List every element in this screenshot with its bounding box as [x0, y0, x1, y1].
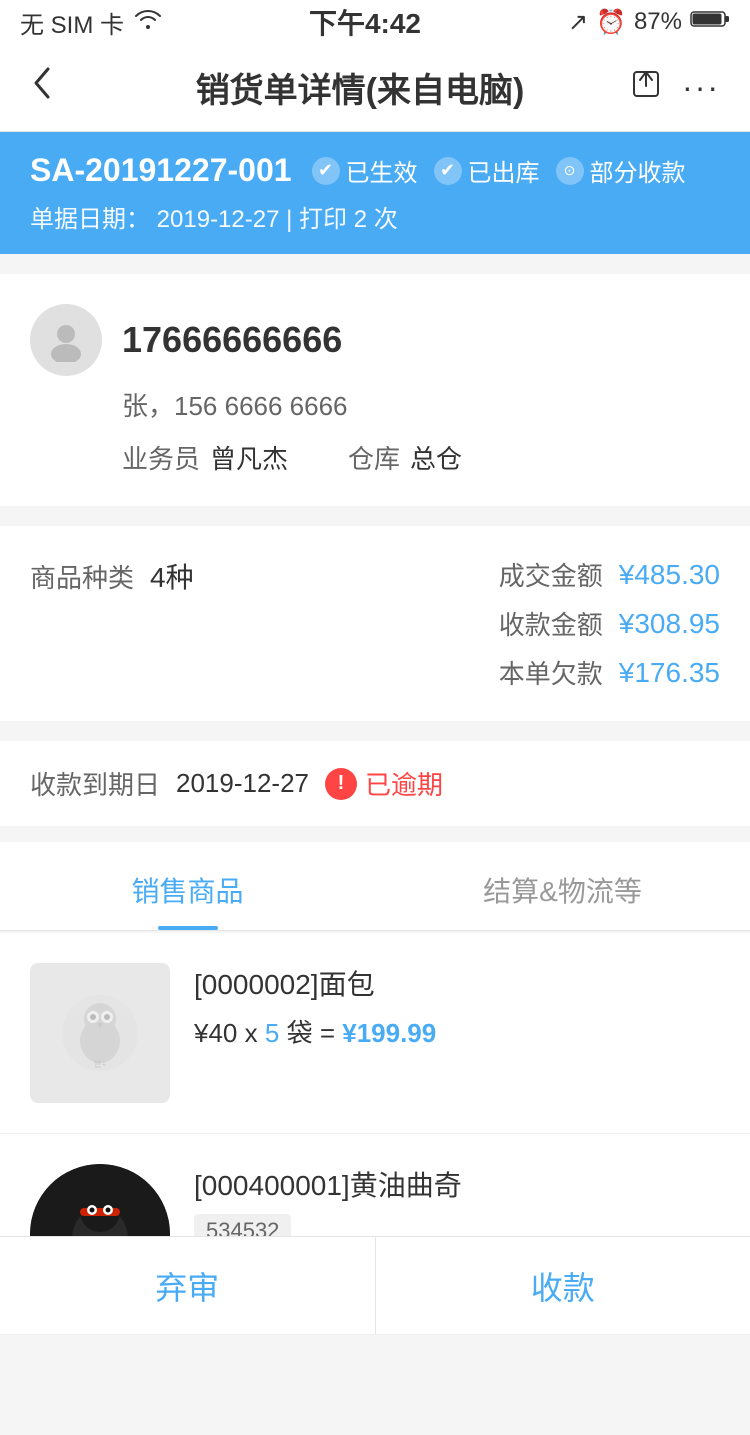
product-total-1: ¥199.99	[342, 1018, 436, 1048]
sales-person: 业务员 曾凡杰	[122, 439, 288, 476]
warehouse-label: 仓库	[348, 439, 400, 476]
back-button[interactable]	[30, 63, 90, 112]
product-multiply-1: x	[245, 1018, 265, 1048]
location-icon: ↗	[568, 8, 588, 37]
alarm-icon: ⏰	[596, 8, 626, 37]
print-suffix: 次	[374, 206, 398, 233]
stats-section: 商品种类 4种 成交金额 ¥485.30 收款金额 ¥308.95 本单欠款 ¥…	[0, 526, 750, 721]
customer-row: 17666666666	[30, 304, 720, 376]
sales-label: 业务员	[122, 439, 200, 476]
status-badges: ✔ 已生效 ✔ 已出库 ⊙ 部分收款	[312, 153, 686, 188]
overdue-icon: !	[325, 768, 357, 800]
order-date: 2019-12-27	[157, 206, 280, 233]
avatar	[30, 304, 102, 376]
badge-shipped: ✔ 已出库	[434, 153, 540, 188]
order-banner-top: SA-20191227-001 ✔ 已生效 ✔ 已出库 ⊙ 部分收款	[30, 152, 720, 189]
battery-icon	[690, 8, 730, 36]
deal-amount-value: ¥485.30	[619, 559, 720, 591]
owed-amount-row: 本单欠款 ¥176.35	[499, 654, 720, 691]
due-label: 收款到期日	[30, 765, 160, 802]
confirm-button[interactable]: 收款	[376, 1237, 750, 1334]
due-section: 收款到期日 2019-12-27 ! 已逾期	[0, 741, 750, 826]
partial-icon: ⊙	[556, 157, 584, 185]
product-unit-price-1: ¥40	[194, 1018, 237, 1048]
activated-icon: ✔	[312, 157, 340, 185]
cancel-button[interactable]: 弃审	[0, 1237, 376, 1334]
deal-amount-row: 成交金额 ¥485.30	[499, 556, 720, 593]
status-bar: 无 SIM 卡 下午4:42 ↗ ⏰ 87%	[0, 0, 750, 44]
separator: |	[286, 206, 299, 233]
customer-phone: 17666666666	[122, 319, 342, 361]
product-equals-1: =	[320, 1018, 342, 1048]
stats-left: 商品种类 4种	[30, 556, 194, 596]
received-amount-label: 收款金额	[499, 605, 603, 642]
date-label: 单据日期：	[30, 206, 150, 233]
product-item: 管+ [0000002]面包 ¥40 x 5 袋 = ¥199.99	[0, 933, 750, 1134]
product-unit-1: 袋	[287, 1018, 313, 1048]
share-icon[interactable]	[630, 68, 662, 108]
more-icon[interactable]: ···	[682, 69, 720, 106]
category-row: 商品种类 4种	[30, 556, 194, 596]
product-details-1: [0000002]面包 ¥40 x 5 袋 = ¥199.99	[194, 963, 720, 1103]
partial-label: 部分收款	[590, 153, 686, 188]
order-date-line: 单据日期： 2019-12-27 | 打印 2 次	[30, 199, 720, 234]
tab-settlement[interactable]: 结算&物流等	[375, 842, 750, 930]
nav-bar: 销货单详情(来自电脑) ···	[0, 44, 750, 132]
customer-section: 17666666666 张，156 6666 6666 业务员 曾凡杰 仓库 总…	[0, 274, 750, 506]
bottom-bar: 弃审 收款	[0, 1236, 750, 1334]
shipped-label: 已出库	[468, 153, 540, 188]
time: 下午4:42	[309, 2, 421, 42]
sim-status: 无 SIM 卡	[20, 5, 124, 40]
battery-level: 87%	[634, 8, 682, 36]
received-amount-value: ¥308.95	[619, 608, 720, 640]
category-count: 4种	[150, 556, 194, 596]
deal-amount-label: 成交金额	[499, 556, 603, 593]
order-number: SA-20191227-001	[30, 152, 292, 189]
customer-name-phone: 张，156 6666 6666	[30, 386, 720, 423]
product-image-1: 管+	[30, 963, 170, 1103]
sales-value: 曾凡杰	[210, 439, 288, 476]
product-qty-1: 5	[265, 1018, 279, 1048]
stats-right: 成交金额 ¥485.30 收款金额 ¥308.95 本单欠款 ¥176.35	[499, 556, 720, 691]
shipped-icon: ✔	[434, 157, 462, 185]
product-thumbnail-1: 管+	[30, 963, 170, 1103]
overdue-badge: ! 已逾期	[325, 765, 443, 802]
owed-amount-value: ¥176.35	[619, 657, 720, 689]
category-label: 商品种类	[30, 558, 134, 595]
status-left: 无 SIM 卡	[20, 5, 162, 40]
tabs-section: 销售商品 结算&物流等	[0, 842, 750, 931]
received-amount-row: 收款金额 ¥308.95	[499, 605, 720, 642]
product-name-2: [000400001]黄油曲奇	[194, 1164, 720, 1204]
warehouse: 仓库 总仓	[348, 439, 462, 476]
badge-activated: ✔ 已生效	[312, 153, 418, 188]
tabs-row: 销售商品 结算&物流等	[0, 842, 750, 930]
due-date: 2019-12-27	[176, 768, 309, 799]
print-count-value: 2	[354, 206, 367, 233]
print-label: 打印	[299, 206, 347, 233]
product-price-row-1: ¥40 x 5 袋 = ¥199.99	[194, 1013, 720, 1050]
tab-sales-products[interactable]: 销售商品	[0, 842, 375, 930]
svg-text:管+: 管+	[94, 1059, 107, 1069]
owed-amount-label: 本单欠款	[499, 654, 603, 691]
status-right: ↗ ⏰ 87%	[568, 8, 730, 37]
warehouse-value: 总仓	[410, 439, 462, 476]
customer-meta: 业务员 曾凡杰 仓库 总仓	[30, 439, 720, 476]
badge-partial: ⊙ 部分收款	[556, 153, 686, 188]
product-name-1: [0000002]面包	[194, 963, 720, 1003]
page-title: 销货单详情(来自电脑)	[196, 63, 525, 112]
wifi-icon	[134, 8, 162, 36]
order-banner: SA-20191227-001 ✔ 已生效 ✔ 已出库 ⊙ 部分收款 单据日期：…	[0, 132, 750, 254]
nav-actions: ···	[630, 68, 720, 108]
overdue-label: 已逾期	[365, 765, 443, 802]
activated-label: 已生效	[346, 153, 418, 188]
